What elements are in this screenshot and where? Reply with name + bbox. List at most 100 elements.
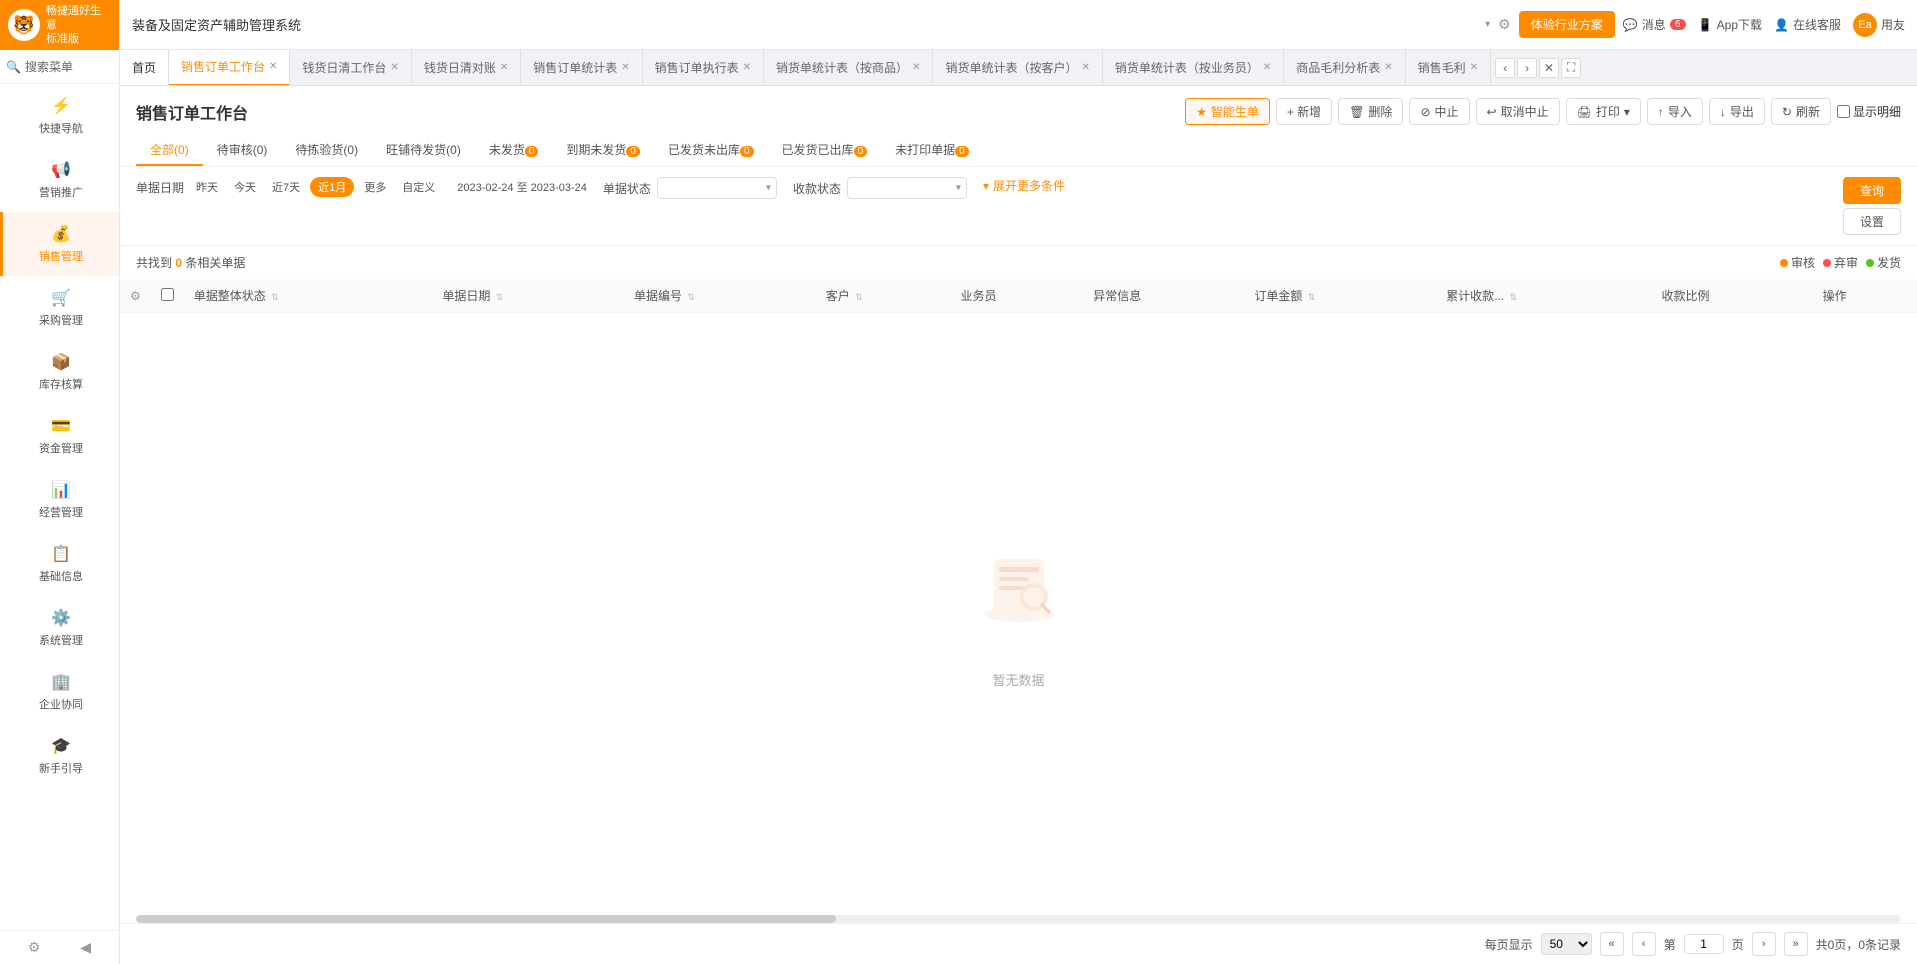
sidebar-item-system[interactable]: ⚙️ 系统管理 bbox=[0, 596, 119, 660]
sidebar-item-label: 销售管理 bbox=[39, 248, 83, 264]
date-btn-7days[interactable]: 近7天 bbox=[266, 177, 306, 197]
online-service-button[interactable]: 👤 在线客服 bbox=[1774, 16, 1841, 33]
review-action-button[interactable]: 审核 bbox=[1780, 254, 1815, 271]
filter-tab-wangpu[interactable]: 旺铺待发货(0) bbox=[372, 135, 475, 166]
filter-tab-not-shipped[interactable]: 未发货0 bbox=[475, 135, 553, 166]
close-icon[interactable]: ✕ bbox=[390, 62, 398, 73]
tab-sales-summary-customer[interactable]: 销货单统计表（按客户） ✕ bbox=[933, 50, 1102, 86]
cancel-stop-button[interactable]: ↩ 取消中止 bbox=[1476, 98, 1560, 125]
new-button[interactable]: + 新增 bbox=[1276, 98, 1332, 125]
date-btn-more[interactable]: 更多 bbox=[358, 177, 392, 197]
close-icon[interactable]: ✕ bbox=[912, 62, 920, 73]
tab-home[interactable]: 首页 bbox=[120, 50, 169, 86]
filter-tab-all[interactable]: 全部(0) bbox=[136, 135, 203, 166]
scrollbar-thumb[interactable] bbox=[136, 915, 836, 923]
sort-status-icon[interactable]: ⇅ bbox=[271, 292, 279, 302]
gear-icon[interactable]: ⚙ bbox=[1498, 16, 1511, 33]
dropdown-arrow-icon[interactable]: ▾ bbox=[1485, 19, 1490, 30]
sort-amount-icon[interactable]: ⇅ bbox=[1308, 292, 1316, 302]
star-icon: ★ bbox=[1196, 105, 1207, 119]
filter-tab-pending-review[interactable]: 待审核(0) bbox=[203, 135, 282, 166]
sidebar-item-operations[interactable]: 📊 经营管理 bbox=[0, 468, 119, 532]
tab-next-button[interactable]: › bbox=[1517, 58, 1537, 78]
print-button[interactable]: 🖨 打印 ▾ bbox=[1566, 98, 1641, 125]
smart-order-button[interactable]: ★ 智能生单 bbox=[1185, 98, 1270, 125]
refresh-button[interactable]: ↻ 刷新 bbox=[1771, 98, 1831, 125]
tab-cash-reconcile[interactable]: 钱货日清对账 ✕ bbox=[412, 50, 521, 86]
tab-profit-analysis[interactable]: 商品毛利分析表 ✕ bbox=[1284, 50, 1405, 86]
sidebar-item-label: 营销推广 bbox=[39, 184, 83, 200]
unreview-action-button[interactable]: 弃审 bbox=[1823, 254, 1858, 271]
date-btn-today[interactable]: 今天 bbox=[228, 177, 262, 197]
stop-button[interactable]: ⊘ 中止 bbox=[1409, 98, 1469, 125]
sidebar-item-basic[interactable]: 📋 基础信息 bbox=[0, 532, 119, 596]
filter-tab-pending-check[interactable]: 待拣验货(0) bbox=[281, 135, 372, 166]
show-detail-checkbox-wrapper[interactable]: 显示明细 bbox=[1837, 103, 1901, 120]
last-page-button[interactable]: » bbox=[1784, 932, 1808, 956]
table-container: ⚙ 单据整体状态 ⇅ 单据日期 ⇅ 单据编号 bbox=[120, 279, 1917, 915]
message-button[interactable]: 💬 消息 6 bbox=[1623, 16, 1686, 33]
sidebar-item-enterprise[interactable]: 🏢 企业协同 bbox=[0, 660, 119, 724]
sort-customer-icon[interactable]: ⇅ bbox=[855, 292, 863, 302]
first-page-button[interactable]: « bbox=[1600, 932, 1624, 956]
app-download-button[interactable]: 📱 App下载 bbox=[1698, 16, 1762, 33]
import-button[interactable]: ↑ 导入 bbox=[1647, 98, 1703, 125]
tab-sales-summary-product[interactable]: 销货单统计表（按商品） ✕ bbox=[764, 50, 933, 86]
filter-tab-not-printed[interactable]: 未打印单据0 bbox=[881, 135, 983, 166]
tab-cash-daily[interactable]: 钱货日清工作台 ✕ bbox=[290, 50, 411, 86]
page-input[interactable] bbox=[1684, 934, 1724, 954]
sidebar-item-sales[interactable]: 💰 销售管理 bbox=[0, 212, 119, 276]
tab-sales-stats[interactable]: 销售订单统计表 ✕ bbox=[521, 50, 642, 86]
tab-sales-workbench[interactable]: 销售订单工作台 ✕ bbox=[169, 50, 290, 86]
tab-prev-button[interactable]: ‹ bbox=[1495, 58, 1515, 78]
settings-button[interactable]: 设置 bbox=[1843, 208, 1901, 235]
status-select[interactable] bbox=[657, 177, 777, 199]
close-icon[interactable]: ✕ bbox=[743, 62, 751, 73]
export-button[interactable]: ↓ 导出 bbox=[1709, 98, 1765, 125]
sidebar-item-inventory[interactable]: 📦 库存核算 bbox=[0, 340, 119, 404]
sidebar-item-quick-nav[interactable]: ⚡ 快捷导航 bbox=[0, 84, 119, 148]
select-all-checkbox[interactable] bbox=[161, 288, 174, 301]
expand-button[interactable]: ▾ 展开更多条件 bbox=[983, 177, 1065, 194]
date-btn-1month[interactable]: 近1月 bbox=[310, 177, 354, 197]
filter-tab-shipped-out[interactable]: 已发货已出库0 bbox=[768, 135, 882, 166]
settings-icon[interactable]: ⚙ bbox=[28, 939, 41, 956]
query-button[interactable]: 查询 bbox=[1843, 177, 1901, 204]
close-icon[interactable]: ✕ bbox=[269, 61, 277, 72]
sidebar-item-purchase[interactable]: 🛒 采购管理 bbox=[0, 276, 119, 340]
filter-tab-shipped-not-in[interactable]: 已发货未出库0 bbox=[654, 135, 768, 166]
filter-tab-expired[interactable]: 到期未发货0 bbox=[552, 135, 654, 166]
ship-action-button[interactable]: 发货 bbox=[1866, 254, 1901, 271]
tab-close-all-button[interactable]: ✕ bbox=[1539, 58, 1559, 78]
show-detail-checkbox[interactable] bbox=[1837, 105, 1850, 118]
prev-page-button[interactable]: ‹ bbox=[1632, 932, 1656, 956]
user-profile[interactable]: Ea 用友 bbox=[1853, 13, 1905, 37]
tab-maximize-button[interactable]: ⛶ bbox=[1561, 58, 1581, 78]
tab-sales-gross[interactable]: 销售毛利 ✕ bbox=[1406, 50, 1491, 86]
sidebar-item-marketing[interactable]: 📢 营销推广 bbox=[0, 148, 119, 212]
col-settings[interactable]: ⚙ bbox=[120, 279, 151, 313]
payment-select[interactable] bbox=[847, 177, 967, 199]
next-page-button[interactable]: › bbox=[1752, 932, 1776, 956]
close-icon[interactable]: ✕ bbox=[621, 62, 629, 73]
date-btn-custom[interactable]: 自定义 bbox=[396, 177, 441, 197]
collapse-icon[interactable]: ◀ bbox=[80, 939, 91, 956]
sort-number-icon[interactable]: ⇅ bbox=[687, 292, 695, 302]
horizontal-scrollbar[interactable] bbox=[136, 915, 1901, 923]
delete-button[interactable]: 🗑 删除 bbox=[1338, 98, 1403, 125]
sidebar-search[interactable]: 🔍 搜索菜单 bbox=[0, 50, 119, 84]
sidebar-item-guide[interactable]: 🎓 新手引导 bbox=[0, 724, 119, 788]
tab-sales-summary-staff[interactable]: 销货单统计表（按业务员） ✕ bbox=[1103, 50, 1284, 86]
close-icon[interactable]: ✕ bbox=[1263, 62, 1271, 73]
trial-button[interactable]: 体验行业方案 bbox=[1519, 11, 1615, 38]
close-icon[interactable]: ✕ bbox=[500, 62, 508, 73]
sort-collected-icon[interactable]: ⇅ bbox=[1509, 292, 1517, 302]
tab-sales-exec[interactable]: 销售订单执行表 ✕ bbox=[643, 50, 764, 86]
date-btn-yesterday[interactable]: 昨天 bbox=[190, 177, 224, 197]
close-icon[interactable]: ✕ bbox=[1081, 62, 1089, 73]
sort-date-icon[interactable]: ⇅ bbox=[496, 292, 504, 302]
page-size-select[interactable]: 50 10 20 100 bbox=[1541, 933, 1592, 955]
close-icon[interactable]: ✕ bbox=[1470, 62, 1478, 73]
sidebar-item-capital[interactable]: 💳 资金管理 bbox=[0, 404, 119, 468]
close-icon[interactable]: ✕ bbox=[1384, 62, 1392, 73]
